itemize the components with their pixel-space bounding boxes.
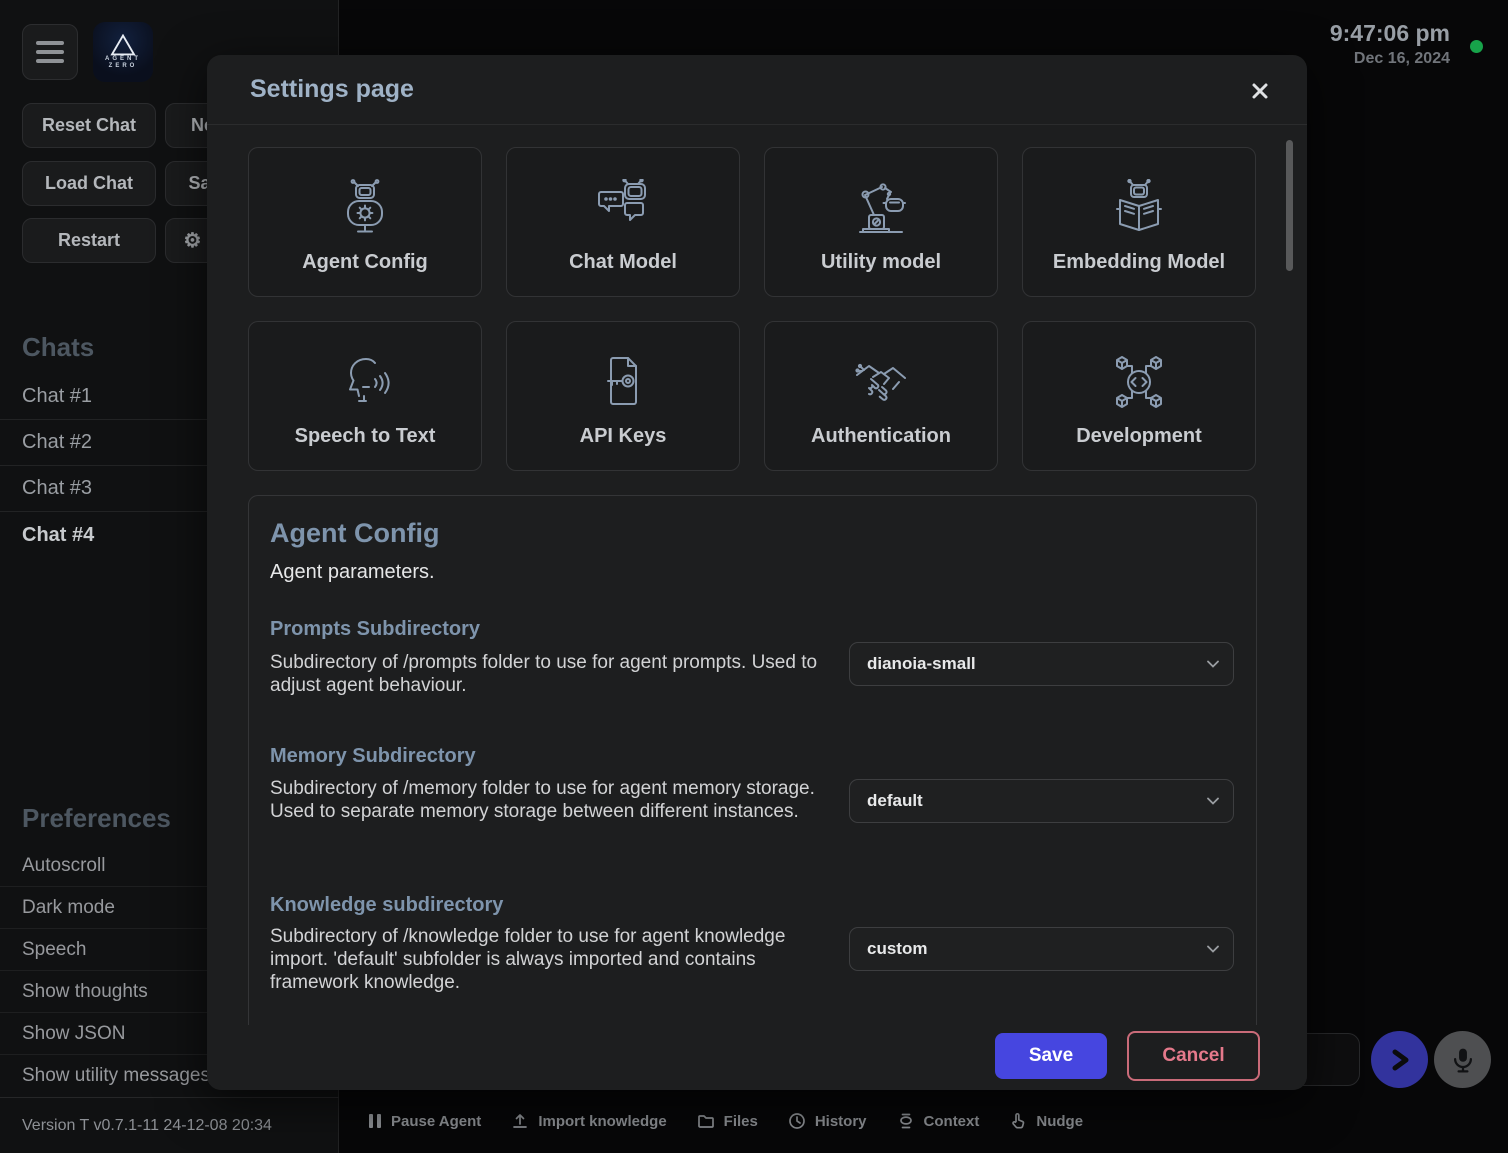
memory-subdirectory-label: Memory Subdirectory [270,745,476,768]
microphone-icon [1449,1046,1477,1074]
settings-nav-embedding-model[interactable]: Embedding Model [1022,147,1256,297]
prompts-subdirectory-label: Prompts Subdirectory [270,618,480,641]
settings-modal: Settings page Agent Config [207,55,1307,1090]
load-chat-button[interactable]: Load Chat [22,161,156,206]
robot-chat-icon [591,179,655,237]
robot-arm-icon [849,179,913,237]
triangle-logo-icon [110,34,136,56]
settings-modal-header: Settings page [207,55,1307,125]
context-button[interactable]: Context [897,1112,980,1130]
document-key-icon [591,353,655,411]
pause-agent-button[interactable]: Pause Agent [368,1113,481,1130]
version-label: Version T v0.7.1-11 24-12-08 20:34 [0,1097,339,1153]
prompts-subdirectory-select[interactable]: dianoia-small [849,642,1234,686]
microphone-button[interactable] [1434,1031,1491,1088]
knowledge-subdirectory-select[interactable]: custom [849,927,1234,971]
settings-modal-title: Settings page [250,75,414,104]
chats-header: Chats [22,332,94,363]
context-icon [897,1112,915,1130]
hand-icon [1009,1112,1027,1130]
logo-text-line1: AGENT [105,56,141,63]
gear-icon: ⚙ [184,231,202,251]
nudge-button[interactable]: Nudge [1009,1112,1083,1130]
upload-icon [511,1112,529,1130]
chevron-down-icon [1207,945,1219,953]
knowledge-subdirectory-description: Subdirectory of /knowledge folder to use… [270,925,848,994]
restart-button[interactable]: Restart [22,218,156,263]
knowledge-subdirectory-label: Knowledge subdirectory [270,894,503,917]
close-icon [1250,81,1270,101]
connection-status-indicator [1470,40,1483,53]
robot-gear-icon [333,179,397,237]
speaking-face-icon [333,353,397,411]
import-knowledge-button[interactable]: Import knowledge [511,1112,666,1130]
cancel-button[interactable]: Cancel [1127,1031,1260,1081]
settings-nav-chat-model[interactable]: Chat Model [506,147,740,297]
memory-subdirectory-description: Subdirectory of /memory folder to use fo… [270,777,848,823]
clock: 9:47:06 pm Dec 16, 2024 [1330,20,1450,68]
handshake-icon [849,353,913,411]
logo-text-line2: ZERO [109,63,138,70]
section-subtitle: Agent parameters. [270,561,435,584]
modal-scrollbar-thumb[interactable] [1286,140,1293,271]
send-message-button[interactable] [1371,1031,1428,1088]
prompts-subdirectory-description: Subdirectory of /prompts folder to use f… [270,651,848,697]
settings-nav-development[interactable]: Development [1022,321,1256,471]
hamburger-icon [36,41,64,45]
memory-subdirectory-select[interactable]: default [849,779,1234,823]
agent-config-section: Agent Config Agent parameters. Prompts S… [248,495,1257,1055]
chevron-down-icon [1207,660,1219,668]
close-modal-button[interactable] [1247,78,1273,104]
chevron-down-icon [1207,797,1219,805]
hamburger-menu-button[interactable] [22,24,78,80]
history-button[interactable]: History [788,1112,867,1130]
app-root: AGENT ZERO Reset Chat New Chat Load Chat… [0,0,1508,1153]
agent-zero-logo: AGENT ZERO [93,22,153,82]
pause-icon [368,1113,382,1129]
preferences-header: Preferences [22,803,171,834]
folder-icon [697,1112,715,1130]
send-arrow-icon [1387,1047,1413,1073]
files-button[interactable]: Files [697,1112,758,1130]
reset-chat-button[interactable]: Reset Chat [22,103,156,148]
code-network-icon [1107,353,1171,411]
robot-book-icon [1107,179,1171,237]
settings-nav-authentication[interactable]: Authentication [764,321,998,471]
settings-nav-api-keys[interactable]: API Keys [506,321,740,471]
bottom-toolbar: Pause Agent Import knowledge Files Histo… [368,1106,1083,1136]
time-label: 9:47:06 pm [1330,20,1450,47]
settings-nav-grid: Agent Config Chat Model [248,147,1256,471]
settings-nav-utility-model[interactable]: Utility model [764,147,998,297]
section-title: Agent Config [270,518,439,549]
settings-nav-agent-config[interactable]: Agent Config [248,147,482,297]
clock-icon [788,1112,806,1130]
date-label: Dec 16, 2024 [1330,50,1450,68]
settings-nav-speech-to-text[interactable]: Speech to Text [248,321,482,471]
save-button[interactable]: Save [995,1033,1107,1079]
